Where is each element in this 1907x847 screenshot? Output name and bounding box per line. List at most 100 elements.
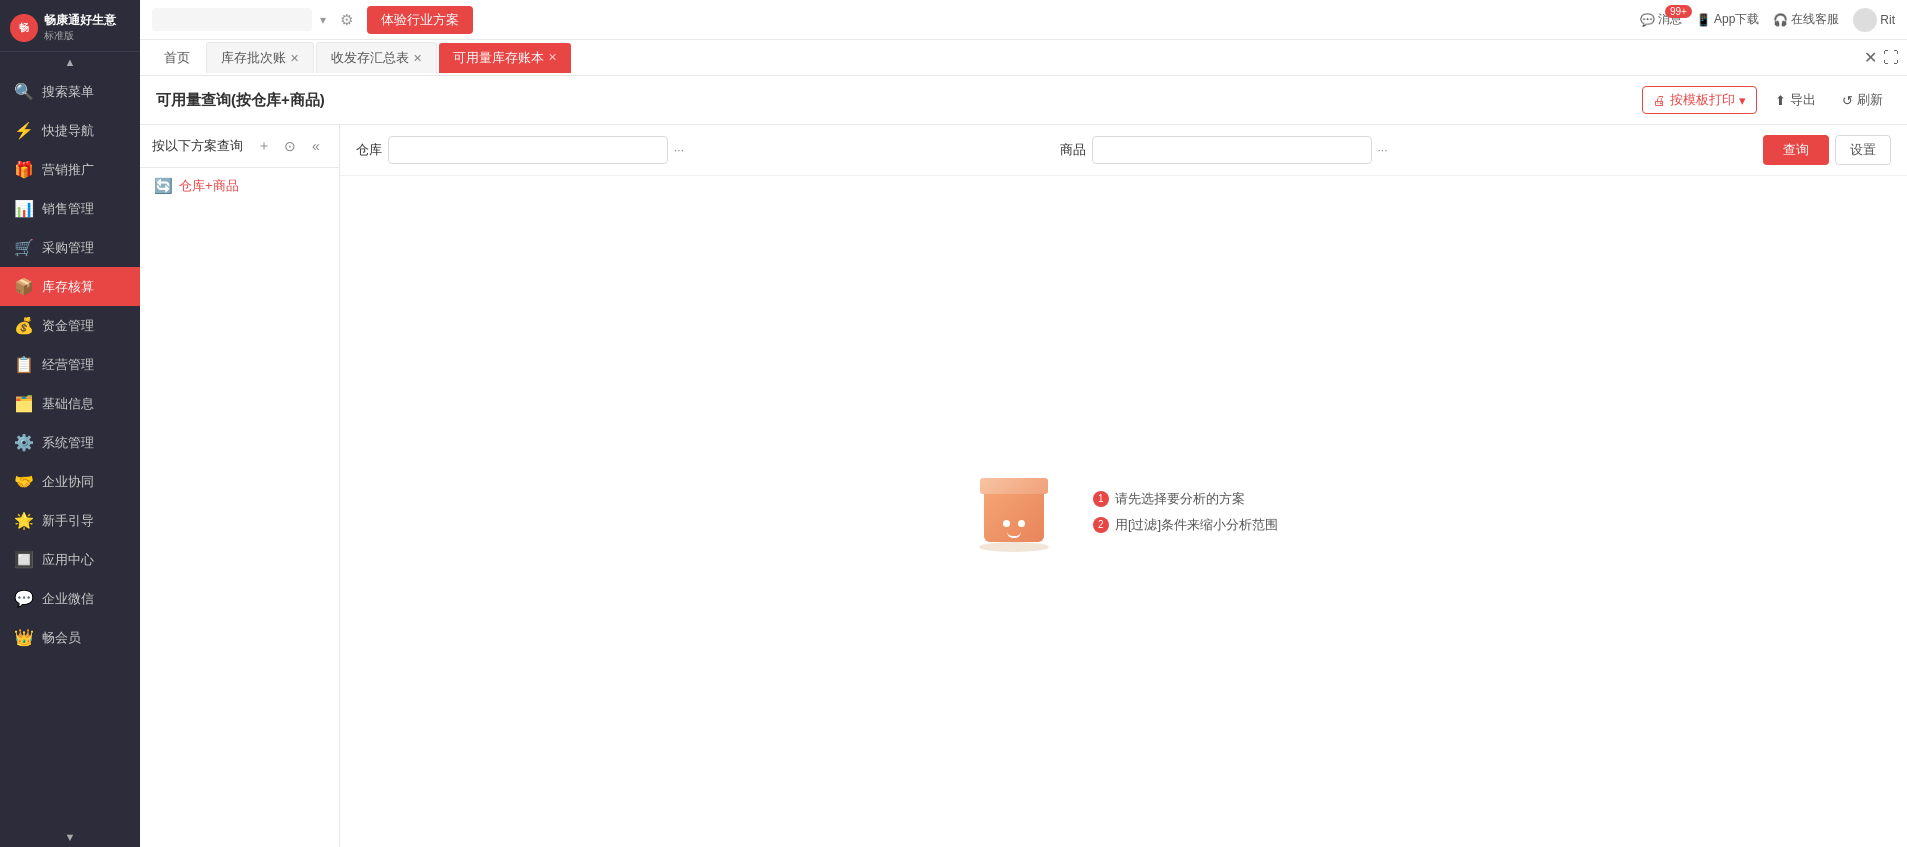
scheme-settings-button[interactable]: ⊙ [279, 135, 301, 157]
topbar-search-area[interactable] [152, 8, 312, 31]
user-menu-button[interactable]: Rit [1853, 8, 1895, 32]
sidebar-item-basic-info[interactable]: 🗂️ 基础信息 [0, 384, 140, 423]
industry-solution-button[interactable]: 体验行业方案 [367, 6, 473, 34]
apps-icon: 🔲 [14, 550, 34, 569]
message-button[interactable]: 💬 消息 99+ [1640, 11, 1682, 28]
goods-more-icon[interactable]: ··· [1378, 143, 1388, 157]
tab-batch-ledger-close[interactable]: ✕ [290, 52, 299, 65]
online-service-button[interactable]: 🎧 在线客服 [1773, 11, 1839, 28]
chart-icon: 📊 [14, 199, 34, 218]
hint-2-text: 用[过滤]条件来缩小分析范围 [1115, 516, 1278, 534]
avatar [1853, 8, 1877, 32]
sidebar-item-label: 畅会员 [42, 629, 81, 647]
scheme-collapse-button[interactable]: « [305, 135, 327, 157]
sidebar: 畅 畅康通好生意 标准版 ▲ 🔍 搜索菜单 ⚡ 快捷导航 🎁 营销推广 📊 销售… [0, 0, 140, 847]
sidebar-item-cooperation[interactable]: 🤝 企业协同 [0, 462, 140, 501]
query-button[interactable]: 查询 [1763, 135, 1829, 165]
sidebar-scroll-down[interactable]: ▼ [0, 827, 140, 847]
tab-home[interactable]: 首页 [150, 43, 204, 73]
gift-icon: 🎁 [14, 160, 34, 179]
sidebar-item-finance[interactable]: 💰 资金管理 [0, 306, 140, 345]
sidebar-item-label: 经营管理 [42, 356, 94, 374]
sidebar-logo: 畅 [10, 14, 38, 42]
sidebar-item-label: 营销推广 [42, 161, 94, 179]
sidebar-item-inventory[interactable]: 📦 库存核算 [0, 267, 140, 306]
tabbar-right-actions: ✕ ⛶ [1864, 48, 1907, 67]
tab-expand-button[interactable]: ⛶ [1883, 49, 1899, 67]
tab-collection-summary[interactable]: 收发存汇总表 ✕ [316, 42, 437, 73]
sidebar-item-label: 资金管理 [42, 317, 94, 335]
tab-batch-ledger-label: 库存批次账 [221, 49, 286, 67]
warehouse-filter-input[interactable] [388, 136, 668, 164]
hint-1-text: 请先选择要分析的方案 [1115, 490, 1245, 508]
refresh-button[interactable]: ↺ 刷新 [1834, 87, 1891, 113]
empty-hint-2: 2 用[过滤]条件来缩小分析范围 [1093, 516, 1278, 534]
crown-icon: 👑 [14, 628, 34, 647]
wechat-icon: 💬 [14, 589, 34, 608]
scheme-panel-title: 按以下方案查询 [152, 137, 243, 155]
scheme-add-button[interactable]: ＋ [253, 135, 275, 157]
tab-available-ledger[interactable]: 可用量库存账本 ✕ [439, 43, 571, 73]
sidebar-item-sales[interactable]: 📊 销售管理 [0, 189, 140, 228]
sidebar-item-marketing[interactable]: 🎁 营销推广 [0, 150, 140, 189]
tab-available-ledger-close[interactable]: ✕ [548, 51, 557, 64]
sidebar-scroll-up[interactable]: ▲ [0, 52, 140, 72]
sidebar-item-shortcut[interactable]: ⚡ 快捷导航 [0, 111, 140, 150]
page-header-actions: 🖨 按模板打印 ▾ ⬆ 导出 ↺ 刷新 [1642, 86, 1891, 114]
warehouse-more-icon[interactable]: ··· [674, 143, 684, 157]
sidebar-item-label: 企业微信 [42, 590, 94, 608]
goods-filter-input[interactable] [1092, 136, 1372, 164]
filter-group-goods: 商品 ··· [1060, 136, 1748, 164]
message-icon: 💬 [1640, 13, 1655, 27]
tab-close-button[interactable]: ✕ [1864, 48, 1877, 67]
clipboard-icon: 📋 [14, 355, 34, 374]
sidebar-item-system[interactable]: ⚙️ 系统管理 [0, 423, 140, 462]
scheme-panel: 按以下方案查询 ＋ ⊙ « 🔄 仓库+商品 [140, 125, 340, 847]
tab-collection-summary-close[interactable]: ✕ [413, 52, 422, 65]
app-download-button[interactable]: 📱 App下载 [1696, 11, 1759, 28]
filter-bar: 仓库 ··· 商品 ··· 查询 设置 [340, 125, 1907, 176]
sidebar-item-label: 系统管理 [42, 434, 94, 452]
sidebar-item-wechat[interactable]: 💬 企业微信 [0, 579, 140, 618]
sidebar-item-label: 快捷导航 [42, 122, 94, 140]
sidebar-item-search[interactable]: 🔍 搜索菜单 [0, 72, 140, 111]
filter-group-warehouse: 仓库 ··· [356, 136, 1044, 164]
sidebar-item-purchase[interactable]: 🛒 采购管理 [0, 228, 140, 267]
sidebar-item-operations[interactable]: 📋 经营管理 [0, 345, 140, 384]
warehouse-filter-label: 仓库 [356, 141, 382, 159]
topbar-gear-icon[interactable]: ⚙ [334, 11, 359, 29]
box-illustration [969, 462, 1059, 552]
template-print-button[interactable]: 🖨 按模板打印 ▾ [1642, 86, 1757, 114]
topbar-dropdown-icon[interactable]: ▾ [320, 13, 326, 27]
sidebar-brand: 畅康通好生意 标准版 [44, 12, 116, 43]
sidebar-brand-tag: 标准版 [44, 29, 116, 43]
sidebar-item-newbie[interactable]: 🌟 新手引导 [0, 501, 140, 540]
sidebar-item-label: 基础信息 [42, 395, 94, 413]
page-header: 可用量查询(按仓库+商品) 🖨 按模板打印 ▾ ⬆ 导出 ↺ 刷新 [140, 76, 1907, 125]
handshake-icon: 🤝 [14, 472, 34, 491]
sidebar-item-app-center[interactable]: 🔲 应用中心 [0, 540, 140, 579]
box-icon: 📦 [14, 277, 34, 296]
sidebar-item-label: 销售管理 [42, 200, 94, 218]
topbar-search-text [160, 11, 232, 28]
lightning-icon: ⚡ [14, 121, 34, 140]
message-badge: 99+ [1665, 5, 1692, 18]
scheme-item-warehouse-goods[interactable]: 🔄 仓库+商品 [140, 168, 339, 204]
scheme-panel-header: 按以下方案查询 ＋ ⊙ « [140, 125, 339, 168]
export-button[interactable]: ⬆ 导出 [1767, 87, 1824, 113]
cart-icon: 🛒 [14, 238, 34, 257]
star-icon: 🌟 [14, 511, 34, 530]
tab-batch-ledger[interactable]: 库存批次账 ✕ [206, 42, 314, 73]
sidebar-item-label: 企业协同 [42, 473, 94, 491]
filter-settings-button[interactable]: 设置 [1835, 135, 1891, 165]
main-area: ▾ ⚙ 体验行业方案 💬 消息 99+ 📱 App下载 🎧 在线客服 Rit [140, 0, 1907, 847]
headset-icon: 🎧 [1773, 13, 1788, 27]
scheme-item-icon: 🔄 [154, 177, 173, 195]
search-icon: 🔍 [14, 82, 34, 101]
sidebar-item-member[interactable]: 👑 畅会员 [0, 618, 140, 657]
print-dropdown-icon: ▾ [1739, 93, 1746, 108]
empty-hint-1: 1 请先选择要分析的方案 [1093, 490, 1278, 508]
sidebar-brand-name: 畅康通好生意 [44, 12, 116, 29]
content-area: 按以下方案查询 ＋ ⊙ « 🔄 仓库+商品 仓库 ··· [140, 125, 1907, 847]
sidebar-item-label: 应用中心 [42, 551, 94, 569]
